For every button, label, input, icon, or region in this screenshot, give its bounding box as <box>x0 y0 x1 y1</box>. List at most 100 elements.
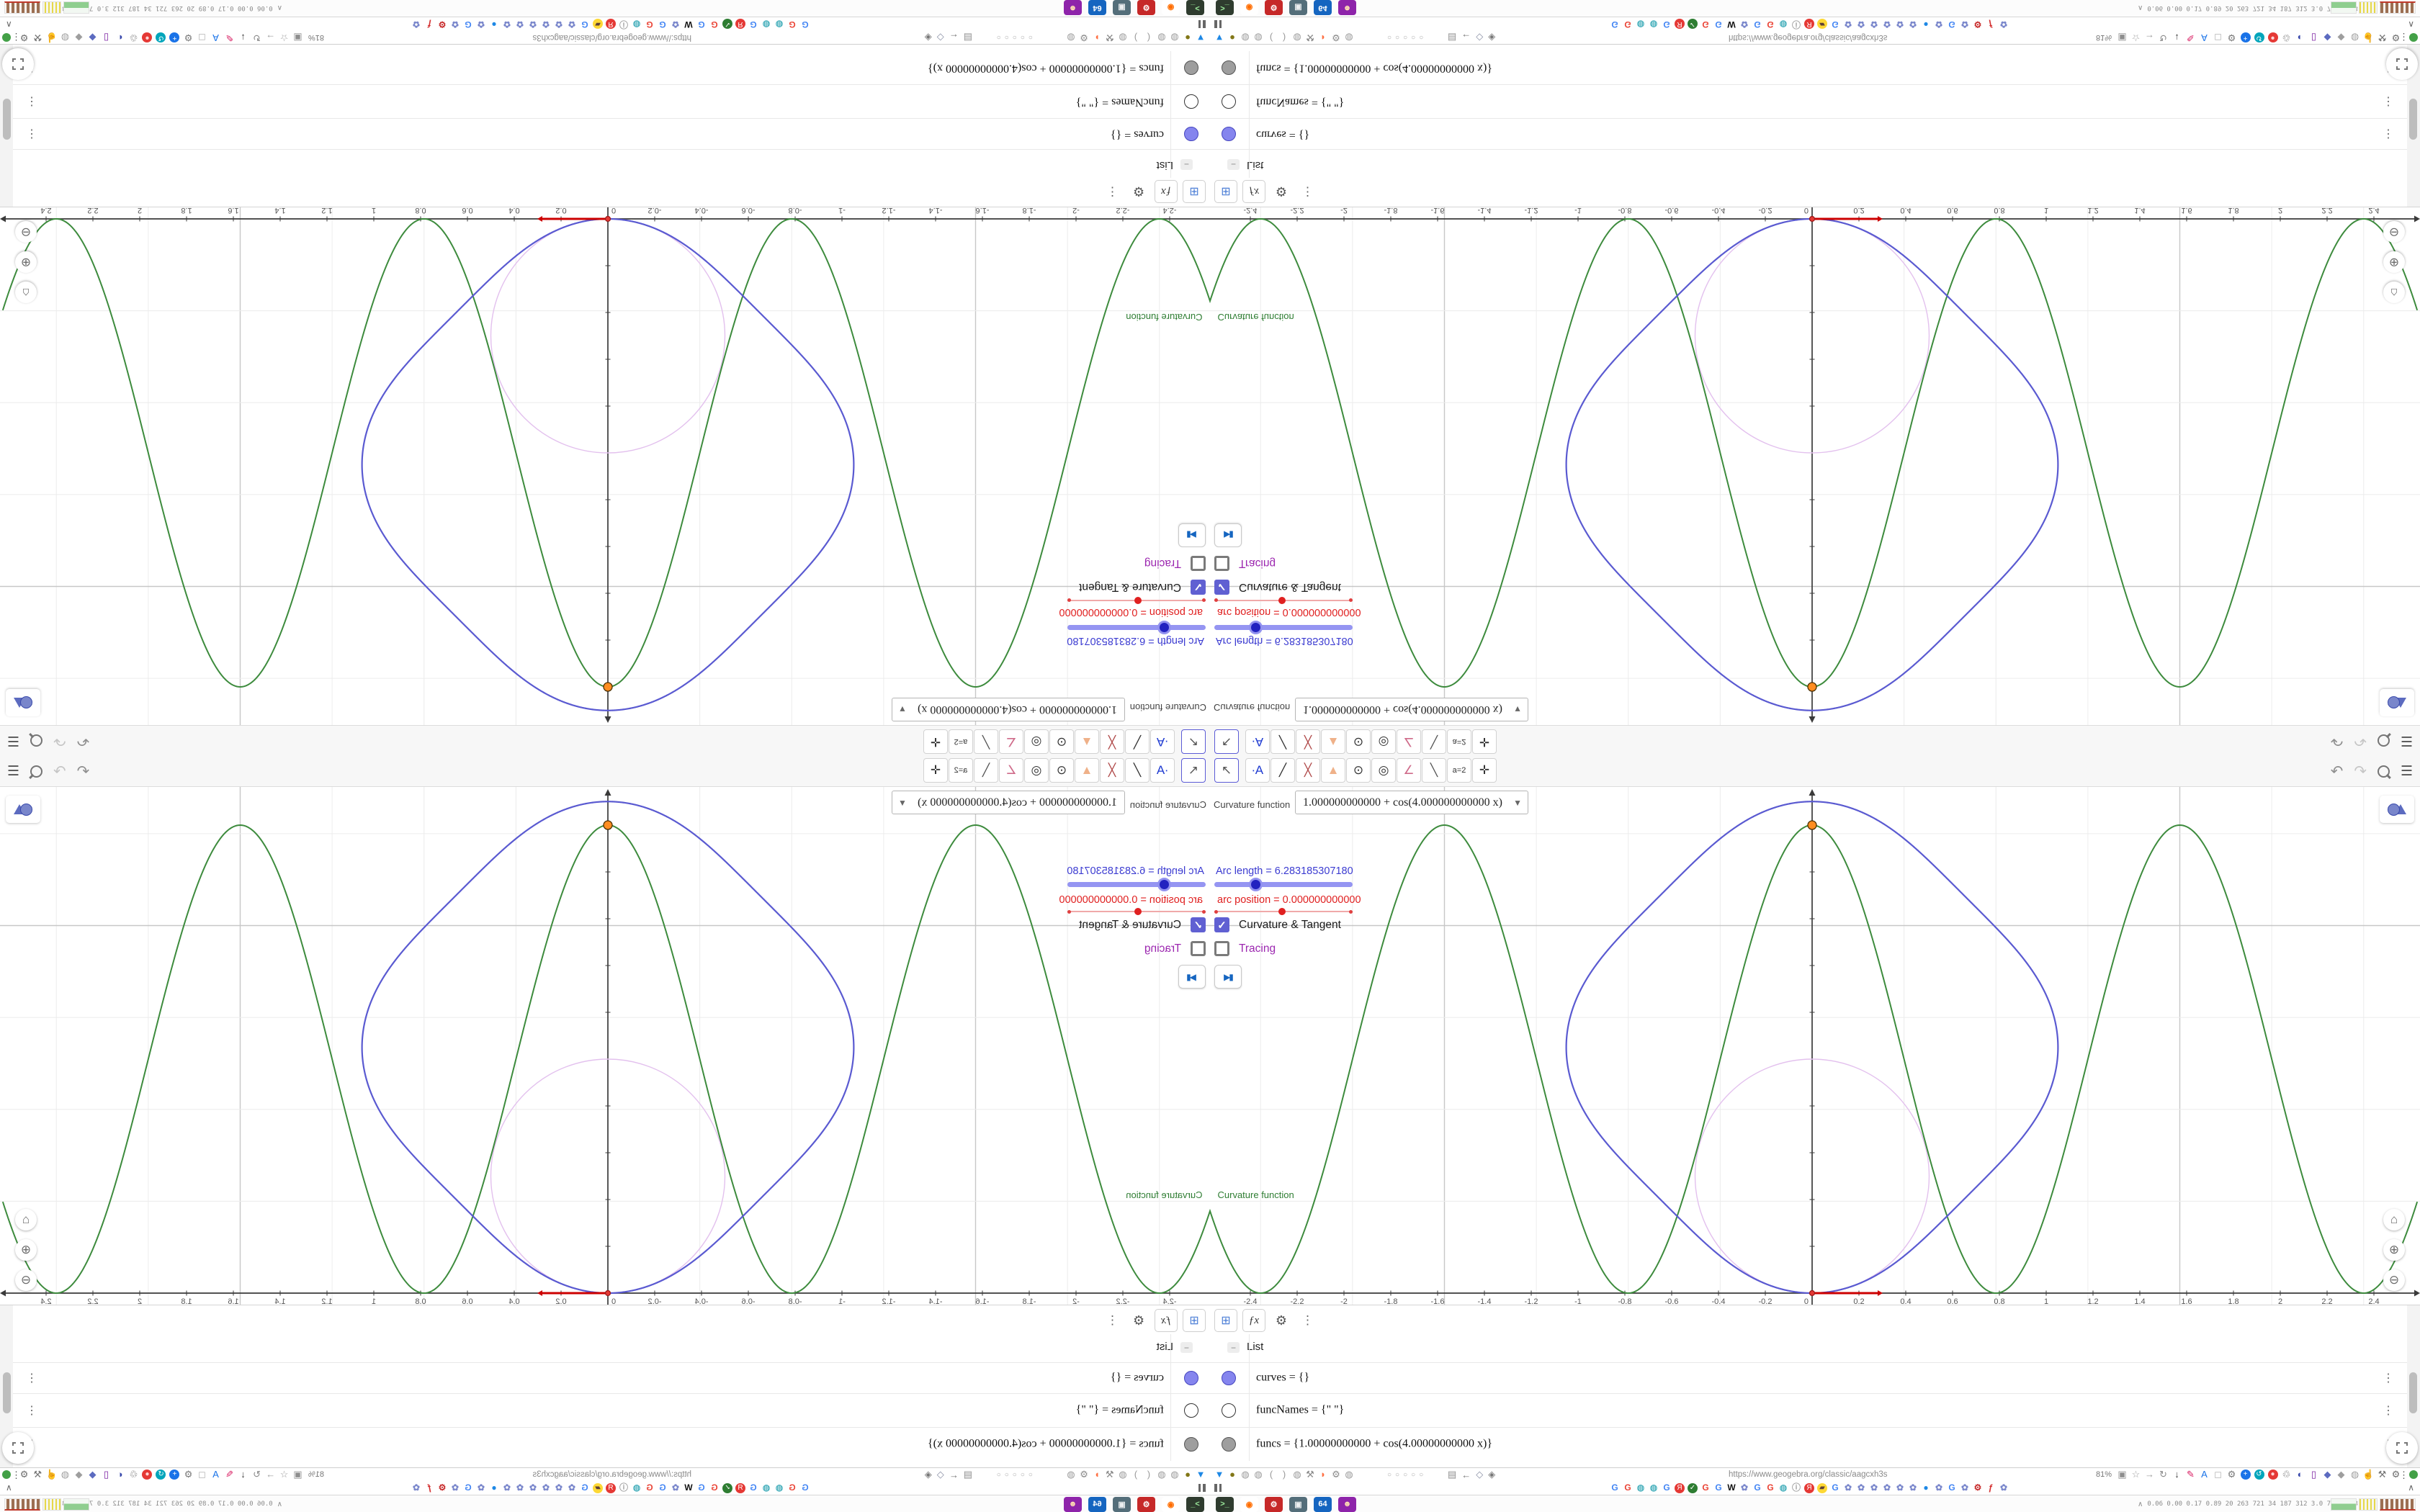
chevron-down-icon[interactable]: ▼ <box>898 705 907 715</box>
sync-extension-icon[interactable]: ↺ <box>156 32 166 42</box>
globe-extension-icon[interactable]: ◐ <box>113 32 127 43</box>
globe-extension-icon[interactable]: ◍ <box>58 1469 72 1480</box>
phone-extension-icon[interactable]: ▯ <box>2307 1469 2321 1480</box>
forward-icon[interactable]: → <box>264 1469 277 1480</box>
gear-bookmark-icon[interactable]: ⚙ <box>1330 31 1343 44</box>
thumb-extension-icon[interactable]: ☝ <box>45 32 58 43</box>
graphics-stylebar-button[interactable]: ≡ <box>2380 796 2414 823</box>
row-kebab-icon[interactable]: ⋮ <box>2383 1403 2394 1418</box>
kebab-menu-icon[interactable]: ⋮ <box>1301 1313 1314 1328</box>
bookmark-star-icon[interactable]: ☆ <box>277 32 291 43</box>
ring-icon[interactable]: ○ <box>1411 34 1415 42</box>
arc-position-slider-handle[interactable] <box>1278 908 1286 915</box>
tab-scroll-up-icon[interactable]: ∧ <box>2408 19 2414 30</box>
settings-app-icon[interactable]: ⚙ <box>1265 1496 1283 1512</box>
tab-favicon[interactable]: ✓ <box>1688 1482 1698 1493</box>
algebra-row-funcnames[interactable]: funcNames = {" "} ⋮ <box>1210 85 2420 119</box>
arc-bookmark-icon[interactable]: ( <box>1142 1468 1155 1481</box>
visibility-circle[interactable] <box>1222 1437 1236 1452</box>
arc-length-slider-handle[interactable] <box>1249 878 1263 891</box>
polygon-tool[interactable]: ▲ <box>1321 758 1345 783</box>
settings-app-icon[interactable]: ⚙ <box>1137 1496 1155 1512</box>
globe-bookmark-icon[interactable]: ◍ <box>1239 31 1252 44</box>
tab-favicon[interactable]: G <box>695 19 708 30</box>
tab-favicon[interactable]: ◍ <box>1647 19 1660 30</box>
shield-extension-icon[interactable]: ◆ <box>2321 32 2334 43</box>
arc-length-slider-handle[interactable] <box>1249 621 1263 634</box>
tools-extension-icon[interactable]: ⚒ <box>31 32 45 43</box>
page-zoom-level[interactable]: 81% <box>2096 1470 2112 1479</box>
reload-icon[interactable]: ↻ <box>250 1469 264 1480</box>
tab-favicon[interactable]: ✿ <box>1906 1482 1919 1493</box>
tab-favicon[interactable]: ✿ <box>539 19 552 30</box>
globe-bookmark-icon[interactable]: ◍ <box>1065 1468 1077 1481</box>
curvature-tangent-checkbox[interactable]: ✓ <box>1214 917 1229 932</box>
home-button[interactable]: ⌂ <box>2383 282 2405 303</box>
globe-bookmark-icon[interactable]: ◍ <box>1291 1468 1304 1481</box>
url-text[interactable]: https://www.geogebra.org/classic/aagcxh3… <box>1729 1470 1888 1479</box>
ring-icon[interactable]: ○ <box>1005 34 1009 42</box>
ring-icon[interactable]: ○ <box>1387 1471 1392 1479</box>
pen-extension-icon[interactable]: ✎ <box>2184 1469 2197 1480</box>
undo-icon[interactable]: ↶ <box>77 763 90 780</box>
tab-favicon[interactable]: ƒ <box>1984 19 1997 30</box>
tab-favicon[interactable]: Я <box>606 1482 616 1493</box>
zoom-out-button[interactable]: ⊖ <box>2383 1269 2405 1291</box>
algebra-row-funcs[interactable]: funcs = {1.00000000000 + cos(4.000000000… <box>1210 1427 2420 1461</box>
tab-favicon[interactable]: ◍ <box>1777 19 1790 30</box>
zoom-in-button[interactable]: ⊕ <box>2383 251 2405 273</box>
angle-tool[interactable]: ∠ <box>1397 758 1421 783</box>
trash-extension-icon[interactable]: ♲ <box>2280 32 2293 43</box>
tab-favicon[interactable]: ⚙ <box>1971 19 1984 30</box>
lock-icon[interactable]: ◈ <box>925 32 932 43</box>
tab-favicon[interactable]: ◍ <box>1777 1482 1790 1493</box>
arc-bookmark-icon[interactable]: ) <box>1278 1468 1291 1481</box>
shield-extension-icon[interactable]: ◆ <box>86 32 99 43</box>
curvature-tangent-checkbox[interactable]: ✓ <box>1214 580 1229 595</box>
thumb-extension-icon[interactable]: ☝ <box>2362 1469 2375 1480</box>
arc-length-slider[interactable] <box>1067 878 1206 891</box>
redo-icon[interactable]: ↷ <box>2354 732 2367 749</box>
tab-favicon[interactable]: G <box>462 1482 475 1493</box>
function-dropdown[interactable]: 1.000000000000 + cos(4.000000000000 x) ▼ <box>1295 698 1528 721</box>
tracing-checkbox[interactable] <box>1191 556 1206 571</box>
trash-extension-icon[interactable]: ♲ <box>127 1469 140 1480</box>
tab-favicon[interactable]: ✿ <box>1855 1482 1868 1493</box>
visibility-circle[interactable] <box>1184 60 1198 75</box>
firefox-bookmark-icon[interactable]: ◗ <box>1317 1468 1330 1481</box>
downloads-icon[interactable]: ↓ <box>2170 32 2184 43</box>
algebra-row-curves[interactable]: curves = {} ⋮ <box>1210 119 2420 150</box>
tab-favicon[interactable]: W <box>1725 1482 1738 1493</box>
tab-favicon[interactable]: G <box>799 1482 812 1493</box>
graphics-stylebar-button[interactable]: ≡ <box>6 689 40 716</box>
tab-favicon[interactable]: G <box>578 19 591 30</box>
row-kebab-icon[interactable]: ⋮ <box>26 127 37 141</box>
line-tool[interactable]: ╱ <box>1270 758 1295 783</box>
perpendicular-line-tool[interactable]: ╳ <box>1100 729 1124 754</box>
tab-favicon[interactable]: ✿ <box>565 1482 578 1493</box>
tracing-checkbox[interactable] <box>1191 941 1206 956</box>
ring-icon[interactable]: ○ <box>1013 1471 1017 1479</box>
algebra-row-funcs[interactable]: funcs = {1.00000000000 + cos(4.000000000… <box>0 1427 1210 1461</box>
point-tool[interactable]: ∙A <box>1245 729 1270 754</box>
ring-icon[interactable]: ○ <box>1013 34 1017 42</box>
tab-favicon[interactable]: ✿ <box>1881 1482 1894 1493</box>
gear-extension-icon[interactable]: ⚙ <box>2225 32 2238 43</box>
tab-favicon[interactable]: G <box>1699 19 1712 30</box>
home-button[interactable]: ⌂ <box>15 282 37 303</box>
polygon-tool[interactable]: ▲ <box>1075 729 1099 754</box>
conic-tool[interactable]: ◎ <box>1371 758 1396 783</box>
tab-favicon[interactable]: ✿ <box>669 19 682 30</box>
slider-tool[interactable]: a=2 <box>949 758 973 783</box>
arc-bookmark-icon[interactable]: ) <box>1278 31 1291 44</box>
collapse-icon[interactable]: − <box>1180 1342 1193 1353</box>
monitor-app-icon[interactable]: ▣ <box>1289 1496 1307 1512</box>
tab-favicon[interactable]: ◍ <box>773 1482 786 1493</box>
row-kebab-icon[interactable]: ⋮ <box>26 94 37 109</box>
arc-bookmark-icon[interactable]: ) <box>1129 31 1142 44</box>
avatar-app-icon[interactable]: ☻ <box>1338 0 1356 16</box>
chevron-up-icon[interactable]: ∧ <box>2138 4 2143 12</box>
tab-favicon[interactable]: G <box>462 19 475 30</box>
tab-favicon[interactable]: G <box>708 1482 721 1493</box>
tab-favicon[interactable]: G <box>1621 1482 1634 1493</box>
